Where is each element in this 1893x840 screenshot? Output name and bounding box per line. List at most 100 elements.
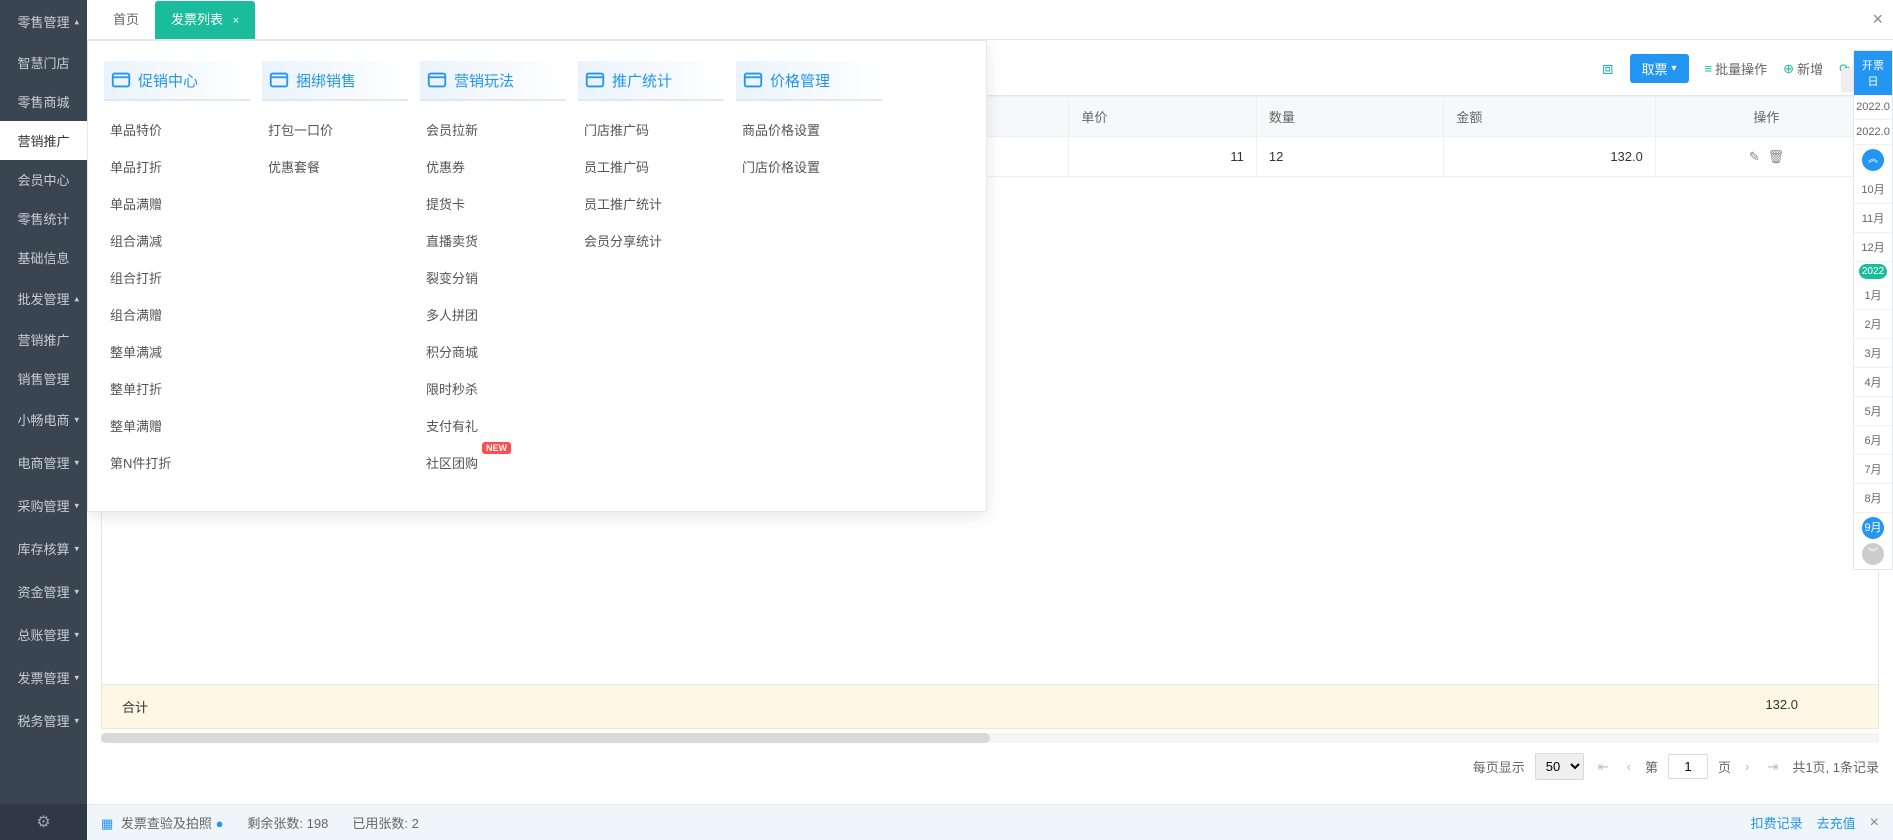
sidebar-group[interactable]: 发票管理 [0,656,87,699]
sidebar-item[interactable]: 零售商城 [0,82,87,121]
tabs-close-all[interactable]: × [1872,9,1883,30]
sidebar-group[interactable]: 采购管理 [0,484,87,527]
month-item[interactable]: 6月 [1854,426,1892,455]
edit-icon[interactable]: ✎ [1749,149,1760,165]
deduct-link[interactable]: 扣费记录 [1751,813,1803,832]
invoice-check[interactable]: ▦ 发票查验及拍照 ● [101,813,223,832]
tab-home[interactable]: 首页 [97,1,155,39]
page-input[interactable] [1668,754,1708,779]
recharge-link[interactable]: 去充值 [1817,813,1856,832]
sidebar-group[interactable]: 小畅电商 [0,398,87,441]
month-item[interactable]: 12月 [1854,233,1892,262]
date-row[interactable]: 2022.0 [1854,120,1892,145]
mega-link[interactable]: 员工推广码 [578,148,724,185]
sidebar-group[interactable]: 库存核算 [0,527,87,570]
qr-icon[interactable]: ⧈ [1602,58,1613,79]
month-item[interactable]: 7月 [1854,455,1892,484]
mega-link[interactable]: 组合满赠 [104,296,250,333]
fetch-button[interactable]: 取票 ▾ [1630,54,1689,83]
mega-link[interactable]: 商品价格设置 [736,111,882,148]
horizontal-scrollbar[interactable] [101,733,1879,743]
month-item[interactable]: 3月 [1854,339,1892,368]
sidebar-item[interactable]: 销售管理 [0,359,87,398]
mega-link[interactable]: 门店价格设置 [736,148,882,185]
month-item[interactable]: 2月 [1854,310,1892,339]
mega-link[interactable]: 门店推广码 [578,111,724,148]
mega-link[interactable]: 支付有礼 [420,407,566,444]
date-row[interactable]: 2022.0 [1854,95,1892,120]
mega-link[interactable]: 多人拼团 [420,296,566,333]
mega-link[interactable]: 提货卡 [420,185,566,222]
page-next[interactable]: › [1741,759,1753,774]
invoice-date-button[interactable]: 开票日 [1854,51,1892,95]
sidebar-item[interactable]: 智慧门店 [0,43,87,82]
mega-link[interactable]: 组合满减 [104,222,250,259]
sidebar-settings[interactable]: ⚙ [0,804,87,840]
sidebar-group[interactable]: 电商管理 [0,441,87,484]
tabs-bar: 首页 发票列表 × × [87,0,1893,40]
mega-link[interactable]: 第N件打折 [104,444,250,481]
sidebar-group[interactable]: 批发管理 [0,277,87,320]
month-item[interactable]: 4月 [1854,368,1892,397]
totals-label: 合计 [122,697,182,716]
mega-link[interactable]: 整单满赠 [104,407,250,444]
month-item[interactable]: 10月 [1854,175,1892,204]
month-item[interactable]: 1月 [1854,281,1892,310]
mega-link[interactable]: 优惠券 [420,148,566,185]
per-page-select[interactable]: 50 [1535,753,1584,780]
sidebar-item[interactable]: 会员中心 [0,160,87,199]
mega-link[interactable]: 单品满赠 [104,185,250,222]
close-icon[interactable]: × [233,15,239,27]
mega-link[interactable]: 单品打折 [104,148,250,185]
status-bar: ▦ 发票查验及拍照 ● 剩余张数: 198 已用张数: 2 扣费记录 去充值 × [87,804,1893,840]
pagination: 每页显示 50 ⇤ ‹ 第 页 › ⇥ 共1页, 1条记录 [101,743,1879,790]
month-item[interactable]: 8月 [1854,484,1892,513]
mega-link[interactable]: 积分商城 [420,333,566,370]
mega-heading: 促销中心 [104,61,250,101]
sidebar-group[interactable]: 总账管理 [0,613,87,656]
mega-link[interactable]: 会员分享统计 [578,222,724,259]
sidebar-item[interactable]: 营销推广 [0,121,87,160]
page-prev[interactable]: ‹ [1623,759,1635,774]
mega-link[interactable]: 会员拉新 [420,111,566,148]
tab-invoice-list[interactable]: 发票列表 × [155,1,255,39]
content: ⧈ 取票 ▾ ≡批量操作 ⊕新增 ⟳刷新 促销中心单品特价单品打折单品满赠组合满… [87,40,1893,804]
mega-link[interactable]: 整单满减 [104,333,250,370]
col-price: 单价 [1069,97,1257,137]
col-ops: 操作 [1655,97,1877,137]
col-qty: 数量 [1256,97,1444,137]
mega-link[interactable]: 整单打折 [104,370,250,407]
mega-heading: 营销玩法 [420,61,566,101]
sidebar-item[interactable]: 营销推广 [0,320,87,359]
sidebar-group[interactable]: 零售管理 [0,0,87,43]
list-icon: ≡ [1705,61,1713,76]
mega-link[interactable]: 优惠套餐 [262,148,408,185]
right-panel-handle[interactable] [1841,68,1853,92]
sidebar-group[interactable]: 税务管理 [0,699,87,742]
mega-link[interactable]: 社区团购NEW [420,444,566,481]
col-amount: 金额 [1444,97,1656,137]
page-last[interactable]: ⇥ [1763,759,1782,775]
new-badge: NEW [482,442,511,454]
mega-link[interactable]: 直播卖货 [420,222,566,259]
mega-link[interactable]: 组合打折 [104,259,250,296]
batch-button[interactable]: ≡批量操作 [1705,59,1768,78]
scroll-up-icon[interactable]: ︽ [1862,149,1884,171]
month-item-active[interactable]: 9月 [1862,517,1884,539]
remaining-count: 剩余张数: 198 [247,813,328,832]
page-first[interactable]: ⇤ [1594,759,1613,775]
statusbar-close[interactable]: × [1870,814,1879,832]
sidebar-group[interactable]: 资金管理 [0,570,87,613]
mega-link[interactable]: 限时秒杀 [420,370,566,407]
add-button[interactable]: ⊕新增 [1783,59,1823,78]
scroll-down-icon[interactable]: ︾ [1862,543,1884,565]
mega-link[interactable]: 裂变分销 [420,259,566,296]
month-item[interactable]: 11月 [1854,204,1892,233]
mega-link[interactable]: 员工推广统计 [578,185,724,222]
sidebar-item[interactable]: 零售统计 [0,199,87,238]
delete-icon[interactable]: 🗑 [1768,149,1785,165]
mega-link[interactable]: 打包一口价 [262,111,408,148]
month-item[interactable]: 5月 [1854,397,1892,426]
sidebar-item[interactable]: 基础信息 [0,238,87,277]
mega-link[interactable]: 单品特价 [104,111,250,148]
